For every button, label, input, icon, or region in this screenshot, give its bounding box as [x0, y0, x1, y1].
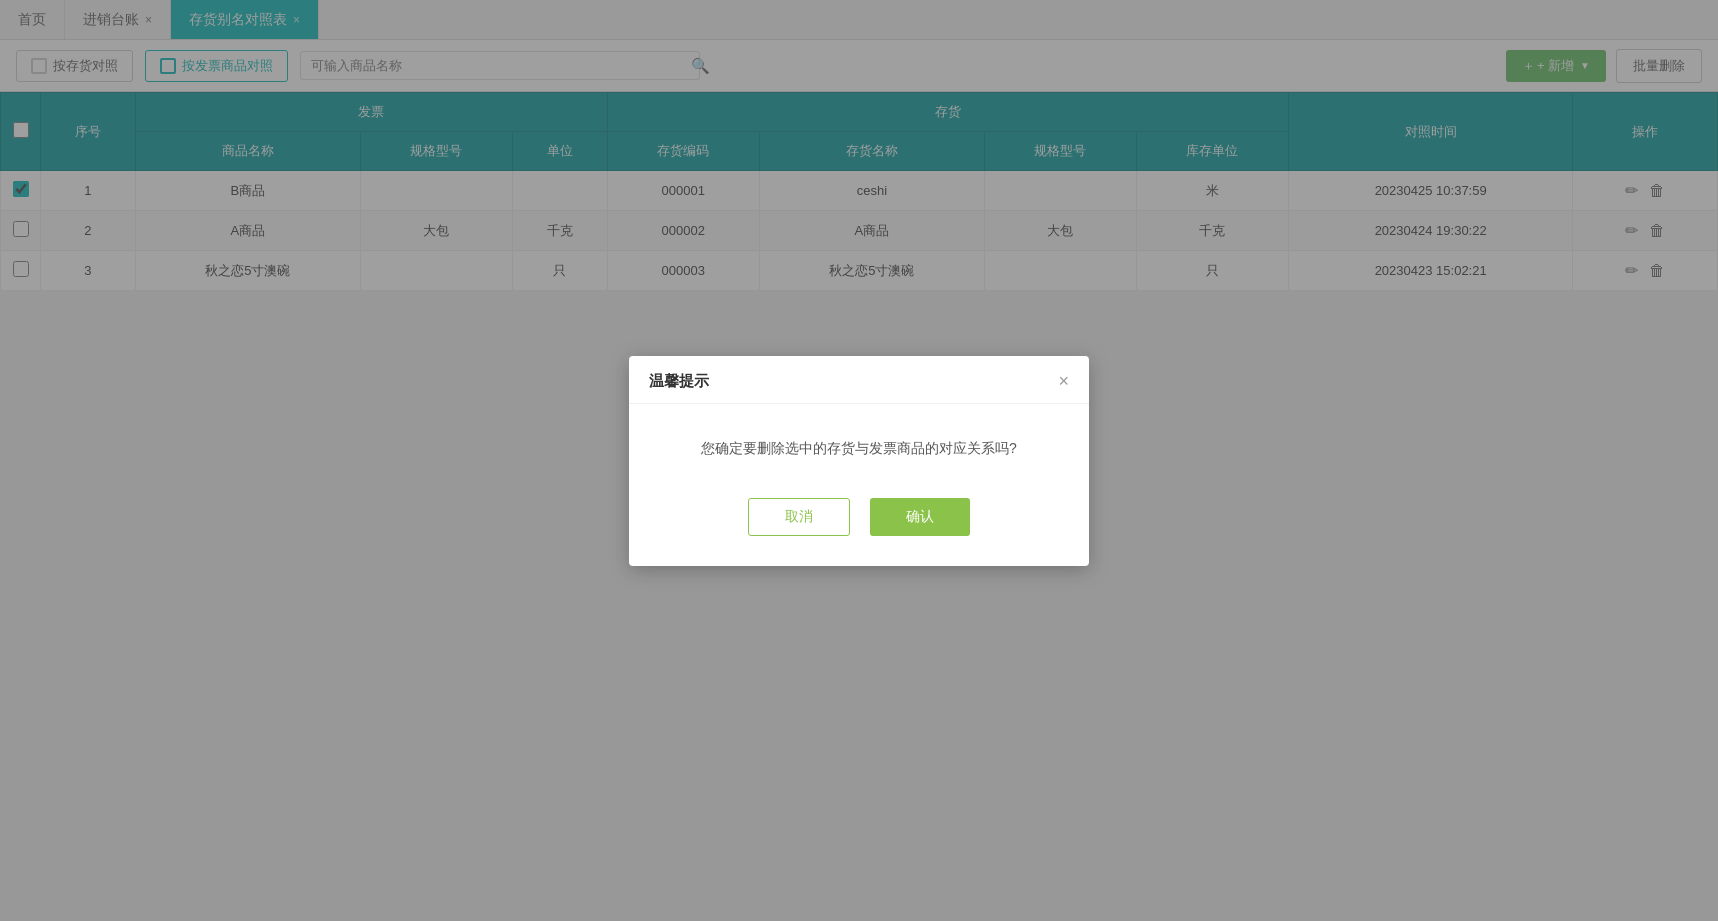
- overlay: 温馨提示 × 您确定要删除选中的存货与发票商品的对应关系吗? 取消 确认: [0, 0, 1718, 291]
